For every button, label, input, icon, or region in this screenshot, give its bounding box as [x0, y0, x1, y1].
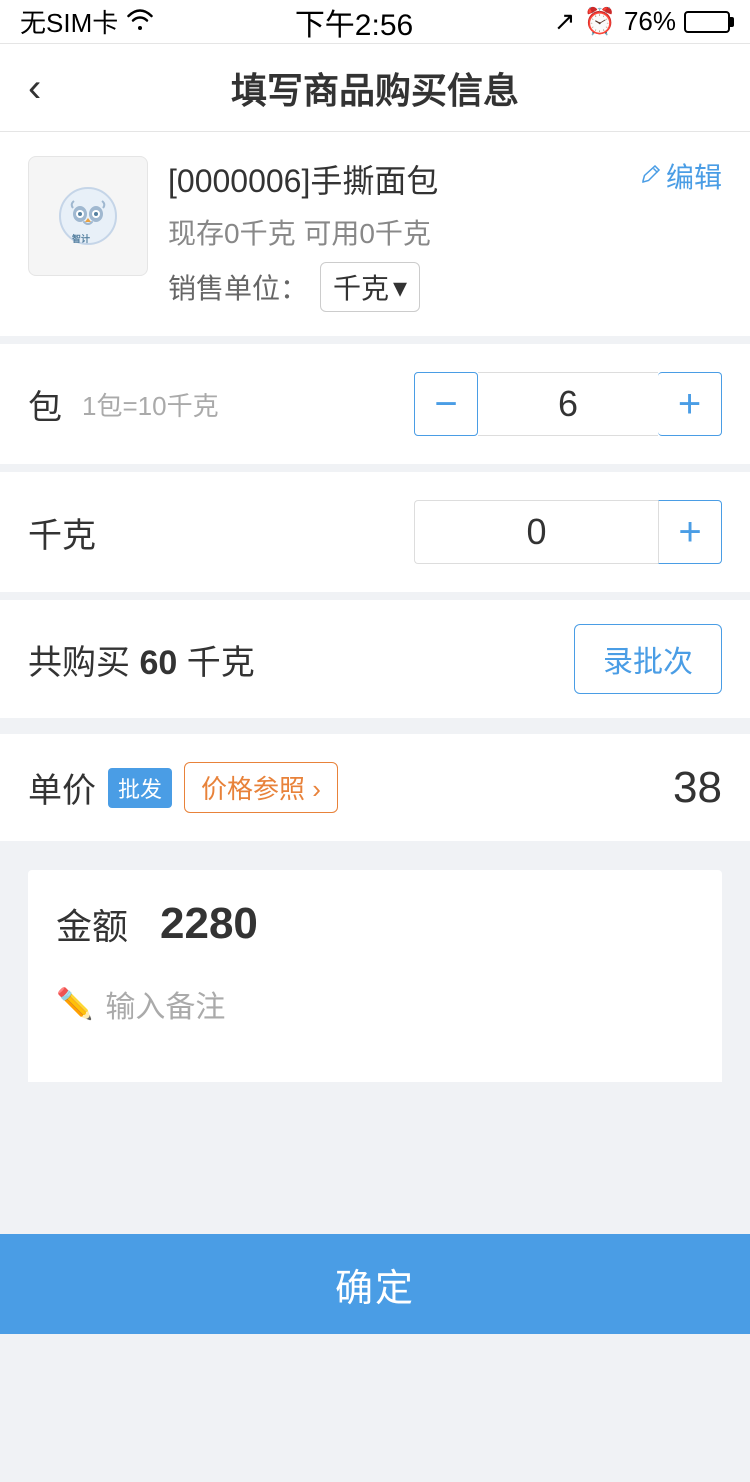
kg-quantity-input[interactable] — [414, 500, 658, 564]
back-button[interactable]: ‹ — [28, 68, 41, 108]
bao-hint: 1包=10千克 — [82, 386, 219, 423]
product-stock: 现存0千克 可用0千克 — [168, 212, 722, 252]
unit-label: 销售单位： — [168, 267, 308, 307]
product-thumbnail: 智计 — [28, 156, 148, 276]
edit-icon — [640, 165, 662, 187]
note-placeholder: 输入备注 — [105, 982, 225, 1026]
kg-row: 千克 + — [0, 472, 750, 592]
amount-label: 金额 — [56, 898, 128, 950]
summary-text: 共购买 60 千克 — [28, 635, 255, 684]
price-label-row: 单价 批发 价格参照 › — [28, 762, 338, 813]
amount-row: 金额 2280 — [56, 898, 694, 950]
note-row[interactable]: ✏️ 输入备注 — [56, 966, 694, 1054]
product-logo-icon: 智计 — [58, 186, 118, 246]
bao-plus-button[interactable]: + — [658, 372, 722, 436]
gps-icon: ↗ — [554, 6, 576, 37]
bao-quantity-control: − + — [414, 372, 722, 436]
kg-section: 千克 + — [0, 472, 750, 592]
alarm-icon: ⏰ — [584, 6, 616, 37]
bao-quantity-input[interactable] — [478, 372, 658, 436]
price-ref-button[interactable]: 价格参照 › — [184, 762, 338, 813]
price-tag-pifa: 批发 — [108, 768, 172, 808]
product-info: [0000006]手撕面包 编辑 现存0千克 可用0千克 销售单位： 千克 ▾ — [168, 156, 722, 312]
bao-section: 包 1包=10千克 − + — [0, 344, 750, 464]
pencil-icon: ✏️ — [56, 987, 93, 1022]
edit-button[interactable]: 编辑 — [640, 156, 722, 196]
product-card: 智计 [0000006]手撕面包 编辑 现存0千克 可用0千克 销售单位： 千克 — [0, 132, 750, 344]
bao-label: 包 1包=10千克 — [28, 380, 219, 429]
status-time: 下午2:56 — [295, 0, 413, 44]
status-icons: ↗ ⏰ 76% — [554, 6, 730, 37]
product-name: [0000006]手撕面包 — [168, 156, 640, 202]
chevron-down-icon: ▾ — [393, 271, 407, 304]
price-value: 38 — [673, 763, 722, 813]
nav-bar: ‹ 填写商品购买信息 — [0, 44, 750, 132]
page-title: 填写商品购买信息 — [231, 62, 519, 114]
bao-row: 包 1包=10千克 − + — [0, 344, 750, 464]
status-bar: 无SIM卡 下午2:56 ↗ ⏰ 76% — [0, 0, 750, 44]
batch-button[interactable]: 录批次 — [574, 624, 722, 694]
empty-space — [0, 1082, 750, 1382]
product-unit-row: 销售单位： 千克 ▾ — [168, 262, 722, 312]
amount-value: 2280 — [160, 899, 258, 949]
price-section: 单价 批发 价格参照 › 38 — [0, 734, 750, 842]
bao-minus-button[interactable]: − — [414, 372, 478, 436]
status-carrier: 无SIM卡 — [20, 3, 154, 40]
battery-percent: 76% — [624, 6, 676, 37]
amount-section: 金额 2280 ✏️ 输入备注 — [0, 842, 750, 1082]
confirm-button[interactable]: 确定 — [0, 1234, 750, 1334]
kg-plus-button[interactable]: + — [658, 500, 722, 564]
kg-quantity-control: + — [414, 500, 722, 564]
price-label: 单价 — [28, 763, 96, 812]
summary-section: 共购买 60 千克 录批次 — [0, 600, 750, 726]
svg-text:智计: 智计 — [72, 233, 90, 244]
unit-select[interactable]: 千克 ▾ — [320, 262, 420, 312]
battery-icon — [684, 11, 730, 33]
kg-label: 千克 — [28, 508, 96, 557]
